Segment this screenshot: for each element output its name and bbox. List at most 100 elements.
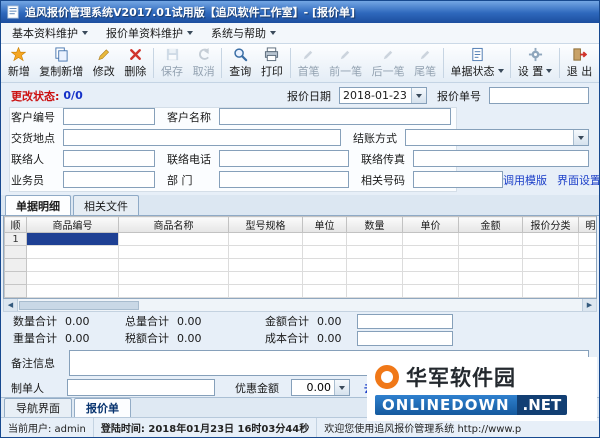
grid-cell[interactable]	[228, 271, 303, 285]
first-record-button[interactable]: 首笔	[293, 45, 325, 81]
print-button[interactable]: 打印	[256, 45, 288, 81]
grid-cell[interactable]	[118, 232, 229, 246]
settings-button[interactable]: 设 置	[513, 45, 557, 81]
menu-basic-data[interactable]: 基本资料维护	[3, 23, 97, 43]
col-header[interactable]: 商品名称	[118, 216, 229, 233]
tab-detail[interactable]: 单据明细	[5, 195, 71, 215]
grid-cell[interactable]	[228, 258, 303, 272]
discount-value-field[interactable]	[292, 380, 334, 395]
grid-cell[interactable]	[402, 258, 459, 272]
row-header[interactable]: 1	[4, 232, 27, 246]
grid-cell[interactable]	[302, 232, 347, 246]
grid-cell[interactable]	[522, 271, 579, 285]
ui-settings-link[interactable]: 界面设置	[557, 172, 599, 188]
grid-cell[interactable]	[228, 245, 303, 259]
col-header[interactable]: 明	[578, 216, 596, 233]
row-header[interactable]	[4, 258, 27, 272]
dropdown-button[interactable]	[334, 380, 349, 395]
salesman-input[interactable]	[63, 171, 155, 188]
customer-no-input[interactable]	[63, 108, 155, 125]
next-record-button[interactable]: 后一笔	[367, 45, 409, 81]
grid-cell[interactable]	[578, 271, 596, 285]
amount-total-input[interactable]	[357, 313, 453, 329]
row-header[interactable]	[4, 271, 27, 285]
dropdown-button[interactable]	[573, 130, 588, 145]
col-header[interactable]: 金额	[458, 216, 523, 233]
grid-cell[interactable]	[118, 258, 229, 272]
row-header[interactable]	[4, 284, 27, 298]
grid-cell[interactable]	[458, 245, 523, 259]
grid-cell[interactable]	[118, 245, 229, 259]
scrollbar-thumb[interactable]	[19, 300, 139, 310]
save-button[interactable]: 保存	[156, 45, 188, 81]
doc-status-button[interactable]: 单据状态	[446, 45, 508, 81]
grid-cell[interactable]	[578, 245, 596, 259]
grid-cell[interactable]	[346, 245, 403, 259]
row-header[interactable]	[4, 245, 27, 259]
grid-cell[interactable]	[522, 245, 579, 259]
grid-cell[interactable]	[302, 258, 347, 272]
contact-input[interactable]	[63, 150, 155, 167]
grid-cell[interactable]	[26, 245, 119, 259]
grid-cell[interactable]	[346, 284, 403, 298]
grid-cell[interactable]	[302, 284, 347, 298]
grid-cell[interactable]	[402, 284, 459, 298]
delete-button[interactable]: 删除	[120, 45, 152, 81]
cancel-button[interactable]: 取消	[188, 45, 220, 81]
scroll-right-icon[interactable]: ▶	[582, 299, 596, 311]
col-header[interactable]: 报价分类	[522, 216, 579, 233]
grid-cell[interactable]	[458, 271, 523, 285]
grid-cell[interactable]	[458, 284, 523, 298]
col-header[interactable]: 型号规格	[228, 216, 303, 233]
quote-date-select[interactable]: 2018-01-23	[339, 87, 427, 104]
grid-cell[interactable]	[346, 232, 403, 246]
grid-cell[interactable]	[402, 232, 459, 246]
delivery-place-input[interactable]	[63, 129, 341, 146]
cost-total-input[interactable]	[357, 330, 453, 346]
prev-record-button[interactable]: 前一笔	[324, 45, 366, 81]
maker-input[interactable]	[67, 379, 215, 396]
settlement-select[interactable]	[405, 129, 589, 146]
discount-input[interactable]	[291, 379, 350, 396]
grid-cell[interactable]	[578, 232, 596, 246]
grid-cell[interactable]	[522, 258, 579, 272]
scroll-left-icon[interactable]: ◀	[4, 299, 18, 311]
grid-cell[interactable]	[26, 284, 119, 298]
menu-quote-data[interactable]: 报价单资料维护	[97, 23, 202, 43]
col-header[interactable]: 数量	[346, 216, 403, 233]
fax-input[interactable]	[413, 150, 589, 167]
edit-button[interactable]: 修改	[88, 45, 120, 81]
dropdown-button[interactable]	[411, 88, 426, 103]
grid-cell[interactable]	[402, 271, 459, 285]
col-header[interactable]: 单价	[402, 216, 459, 233]
grid-cell[interactable]	[458, 258, 523, 272]
last-record-button[interactable]: 尾笔	[409, 45, 441, 81]
grid-cell[interactable]	[118, 284, 229, 298]
grid-cell[interactable]	[578, 284, 596, 298]
grid-cell[interactable]	[228, 284, 303, 298]
grid-cell[interactable]	[458, 232, 523, 246]
department-input[interactable]	[219, 171, 349, 188]
grid-cell[interactable]	[302, 245, 347, 259]
tab-navigation[interactable]: 导航界面	[4, 398, 72, 417]
tab-quote[interactable]: 报价单	[74, 398, 131, 417]
col-header[interactable]: 单位	[302, 216, 347, 233]
quote-no-input[interactable]	[489, 87, 589, 104]
menu-system-help[interactable]: 系统与帮助	[202, 23, 285, 43]
grid-cell[interactable]	[402, 245, 459, 259]
grid-cell[interactable]	[346, 258, 403, 272]
related-no-input[interactable]	[413, 171, 503, 188]
grid-cell[interactable]	[118, 271, 229, 285]
grid-cell[interactable]	[346, 271, 403, 285]
grid-cell[interactable]	[26, 258, 119, 272]
grid-cell[interactable]	[522, 232, 579, 246]
tab-related-files[interactable]: 相关文件	[73, 195, 139, 215]
copy-new-button[interactable]: 复制新增	[35, 45, 88, 81]
search-button[interactable]: 查询	[224, 45, 256, 81]
grid-cell[interactable]	[302, 271, 347, 285]
phone-input[interactable]	[219, 150, 349, 167]
grid-cell[interactable]	[228, 232, 303, 246]
customer-name-input[interactable]	[219, 108, 451, 125]
grid-cell-selected[interactable]	[26, 232, 119, 246]
exit-button[interactable]: 退 出	[562, 45, 597, 81]
